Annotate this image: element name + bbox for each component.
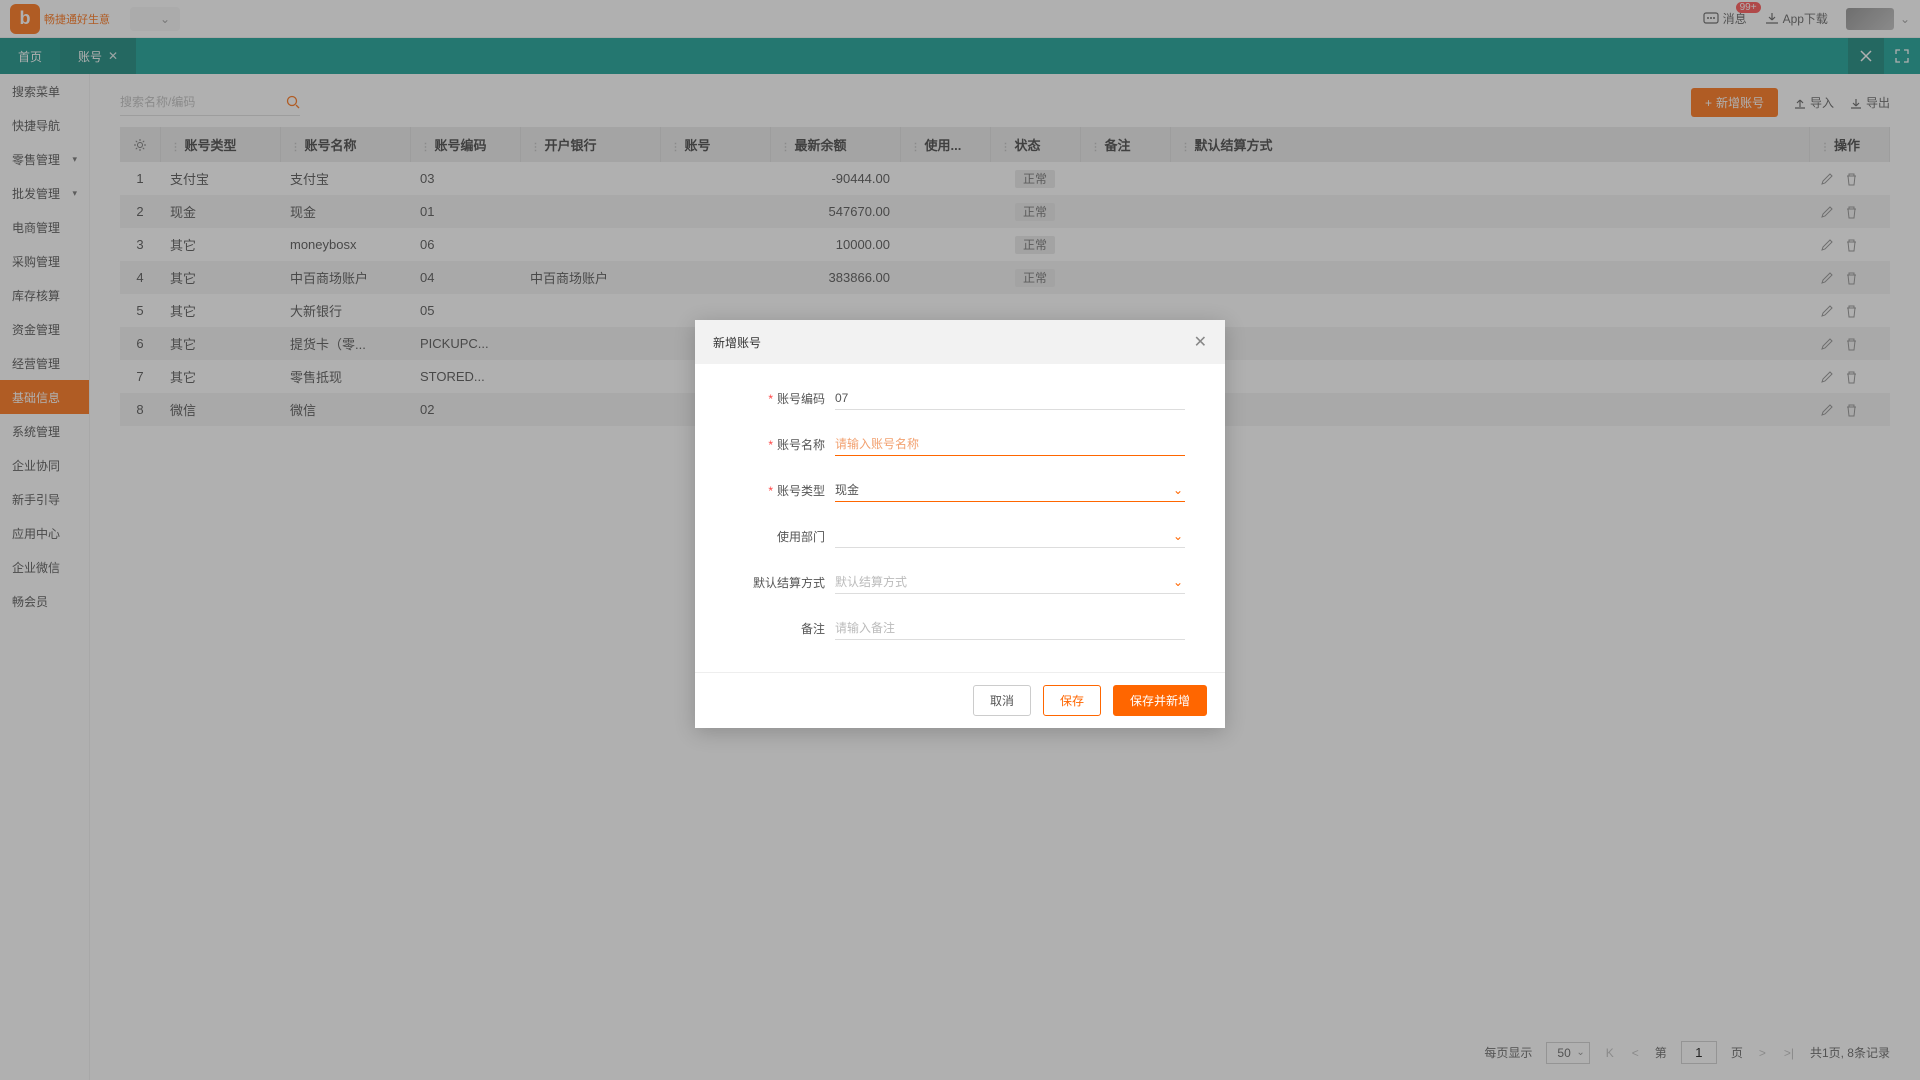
- required-mark: *: [768, 484, 773, 498]
- form-row-remark: 备注: [735, 616, 1185, 640]
- form-label: *账号编码: [735, 390, 835, 407]
- chevron-down-icon: ⌄: [1173, 529, 1183, 543]
- save-button[interactable]: 保存: [1043, 685, 1101, 716]
- required-mark: *: [768, 392, 773, 406]
- cancel-button[interactable]: 取消: [973, 685, 1031, 716]
- dept-select[interactable]: ⌄: [835, 524, 1185, 548]
- form-label: 备注: [735, 620, 835, 637]
- form-row-name: *账号名称: [735, 432, 1185, 456]
- remark-input[interactable]: [835, 621, 1185, 635]
- modal-overlay: 新增账号 ✕ *账号编码 *账号名称 *账号类型 现金 ⌄: [0, 0, 1920, 1080]
- type-value: 现金: [835, 481, 859, 498]
- save-and-new-button[interactable]: 保存并新增: [1113, 685, 1207, 716]
- close-icon[interactable]: ✕: [1194, 332, 1207, 352]
- modal-footer: 取消 保存 保存并新增: [695, 672, 1225, 728]
- remark-field[interactable]: [835, 616, 1185, 640]
- chevron-down-icon: ⌄: [1173, 575, 1183, 589]
- name-input[interactable]: [835, 437, 1185, 451]
- chevron-down-icon: ⌄: [1173, 483, 1183, 497]
- form-row-type: *账号类型 现金 ⌄: [735, 478, 1185, 502]
- modal-body: *账号编码 *账号名称 *账号类型 现金 ⌄ 使用部门: [695, 364, 1225, 672]
- form-label: *账号类型: [735, 482, 835, 499]
- form-row-code: *账号编码: [735, 386, 1185, 410]
- add-account-modal: 新增账号 ✕ *账号编码 *账号名称 *账号类型 现金 ⌄: [695, 320, 1225, 728]
- modal-title: 新增账号: [713, 334, 761, 351]
- form-label: 使用部门: [735, 528, 835, 545]
- settle-select[interactable]: ⌄: [835, 570, 1185, 594]
- form-row-dept: 使用部门 ⌄: [735, 524, 1185, 548]
- name-field[interactable]: [835, 432, 1185, 456]
- form-row-settle: 默认结算方式 ⌄: [735, 570, 1185, 594]
- required-mark: *: [768, 438, 773, 452]
- code-input[interactable]: [835, 391, 1185, 405]
- settle-input[interactable]: [835, 575, 1185, 589]
- form-label: 默认结算方式: [735, 574, 835, 591]
- code-field[interactable]: [835, 386, 1185, 410]
- modal-header: 新增账号 ✕: [695, 320, 1225, 364]
- form-label: *账号名称: [735, 436, 835, 453]
- type-select[interactable]: 现金 ⌄: [835, 478, 1185, 502]
